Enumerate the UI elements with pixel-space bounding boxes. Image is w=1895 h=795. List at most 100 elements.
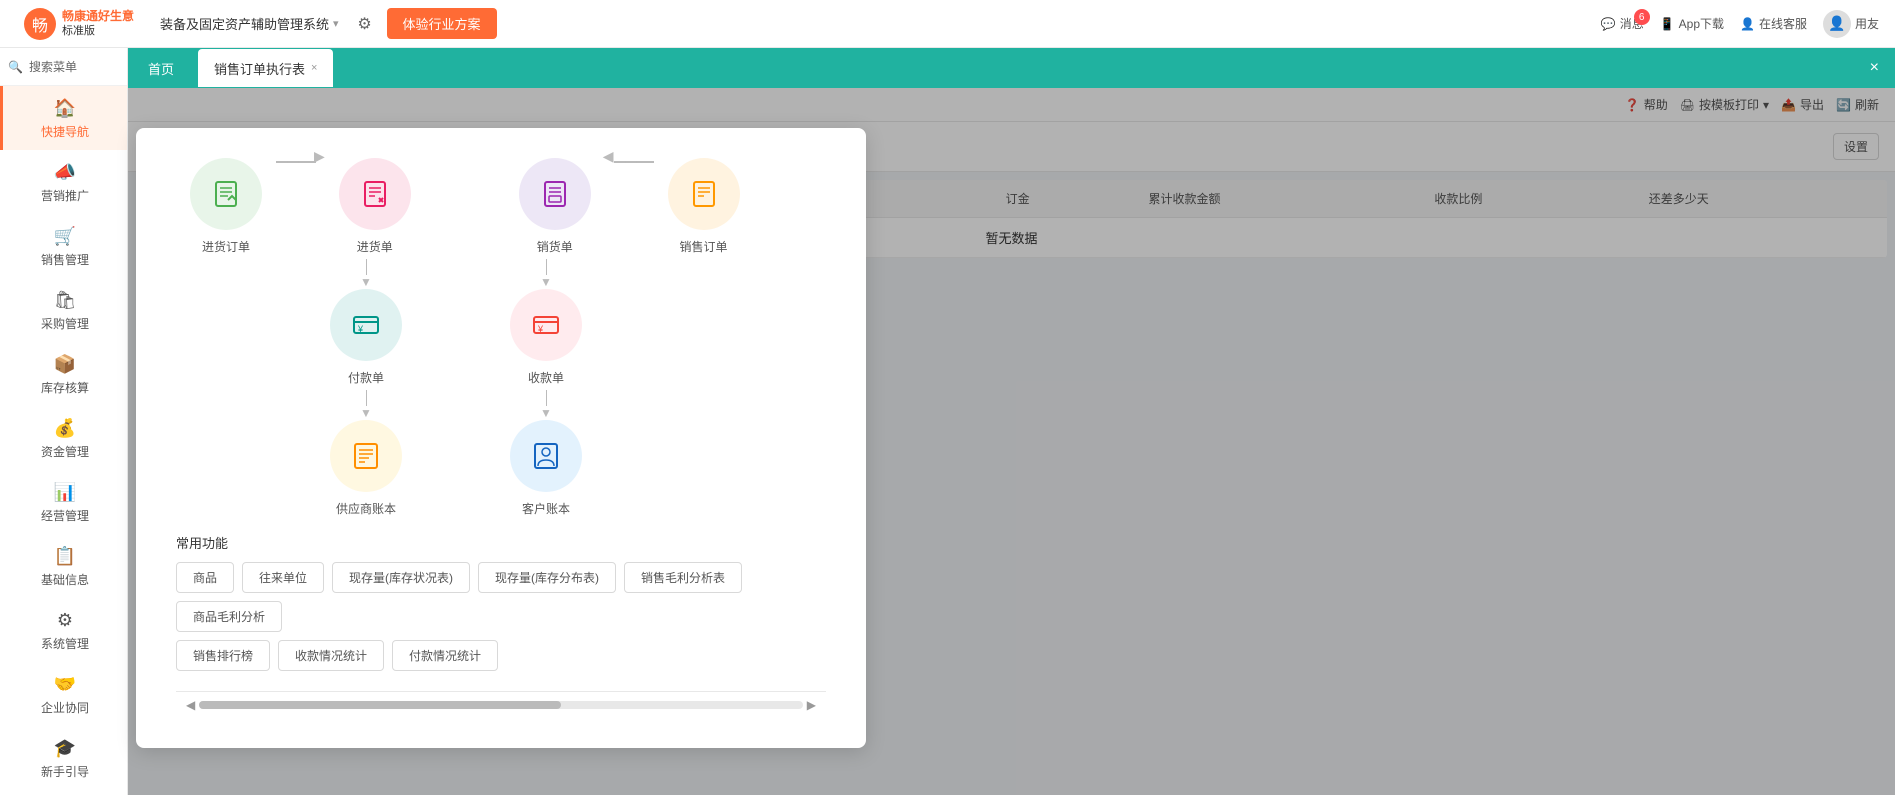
app-container: 畅 畅康通好生意 标准版 装备及固定资产辅助管理系统 ▾ ⚙ 体验行业方案 💬 … [0,0,1895,795]
btn-sales-rank[interactable]: 销售排行榜 [176,640,270,671]
user-menu[interactable]: 👤 用友 [1823,10,1879,38]
base-icon: 📋 [54,546,76,567]
trial-button[interactable]: 体验行业方案 [387,8,497,39]
sidebar-label-system: 系统管理 [41,635,89,652]
btn-product[interactable]: 商品 [176,562,234,593]
right-arrow-icon: ▶ [314,148,325,165]
sidebar-label-enterprise: 企业协同 [41,699,89,716]
message-icon: 💬 [1601,17,1616,31]
message-button[interactable]: 💬 消息 6 [1601,15,1644,32]
sidebar-label-newbie: 新手引导 [41,763,89,780]
sidebar-label-quick-nav: 快捷导航 [41,123,89,140]
scroll-right-icon[interactable]: ▶ [803,698,820,712]
scroll-track[interactable] [199,701,803,709]
sales-icon: 🛒 [54,226,76,247]
flow-node-customer-account[interactable]: 客户账本 [496,420,596,517]
common-functions-section: 常用功能 商品 往来单位 现存量(库存状况表) 现存量(库存分布表) 销售毛利分… [176,533,826,671]
purchase-order-icon [190,158,262,230]
svg-text:¥: ¥ [537,324,544,334]
main-area: 🔍 搜索菜单 🏠 快捷导航 📣 营销推广 🛒 销售管理 🛍 采购管理 📦 [0,48,1895,795]
overlay: 进货订单 ▶ 进货单 [128,88,1895,795]
btn-partners[interactable]: 往来单位 [242,562,324,593]
btn-product-profit[interactable]: 商品毛利分析 [176,601,282,632]
panel-close-button[interactable]: × [1862,59,1887,76]
flow-node-sales-order[interactable]: 销售订单 [654,158,754,255]
flow-row2: ▼ ▼ [176,259,826,289]
supplier-account-label: 供应商账本 [336,500,396,517]
sidebar-item-ops[interactable]: 📊 经营管理 [0,470,127,534]
user-avatar: 👤 [1823,10,1851,38]
flow-node-payment[interactable]: ¥ 付款单 [316,289,416,386]
btn-sales-profit[interactable]: 销售毛利分析表 [624,562,742,593]
sidebar-item-marketing[interactable]: 📣 营销推广 [0,150,127,214]
flow-node-supplier-account[interactable]: 供应商账本 [316,420,416,517]
app-download-button[interactable]: 📱 App下载 [1660,15,1724,32]
sidebar-item-enterprise[interactable]: 🤝 企业协同 [0,662,127,726]
user-name: 用友 [1855,15,1879,32]
settings-icon[interactable]: ⚙ [351,10,379,38]
arrow-down-sales: ▼ [496,259,596,289]
arrow-down-payment: ▼ [316,390,416,420]
purchase-bill-label: 进货单 [357,238,393,255]
sidebar-item-quick-nav[interactable]: 🏠 快捷导航 [0,86,127,150]
flow-node-purchase-bill[interactable]: 进货单 [325,158,425,255]
payment-icon: ¥ [330,289,402,361]
tab-home[interactable]: 首页 [128,48,194,88]
flow-row4: ▼ ▼ [176,390,826,420]
finance-icon: 💰 [54,418,76,439]
sidebar-label-ops: 经营管理 [41,507,89,524]
purchase-icon: 🛍 [54,290,77,311]
flow-node-sales-bill[interactable]: 销货单 [505,158,605,255]
flow-diagram: 进货订单 ▶ 进货单 [176,158,826,255]
flow-node-receipt[interactable]: ¥ 收款单 [496,289,596,386]
sidebar-label-finance: 资金管理 [41,443,89,460]
receipt-icon: ¥ [510,289,582,361]
arrow-purchase-order-to-bill: ▶ [276,158,325,193]
online-service-button[interactable]: 👤 在线客服 [1740,15,1807,32]
scroll-left-icon[interactable]: ◀ [182,698,199,712]
tab-close-icon[interactable]: × [311,62,317,74]
page-content: ❓ 帮助 🖨 按模板打印 ▾ 📤 导出 🔄 刷新 [128,88,1895,795]
btn-stock-dist[interactable]: 现存量(库存分布表) [478,562,616,593]
top-bar: 畅 畅康通好生意 标准版 装备及固定资产辅助管理系统 ▾ ⚙ 体验行业方案 💬 … [0,0,1895,48]
service-icon: 👤 [1740,17,1755,31]
scroll-area: ◀ ▶ [176,691,826,718]
payment-label: 付款单 [348,369,384,386]
content-area: 首页 销售订单执行表 × × ❓ 帮助 [128,48,1895,795]
search-icon: 🔍 [8,60,23,74]
sidebar-item-purchase[interactable]: 🛍 采购管理 [0,278,127,342]
system-icon: ⚙ [57,610,73,631]
sidebar: 🔍 搜索菜单 🏠 快捷导航 📣 营销推广 🛒 销售管理 🛍 采购管理 📦 [0,48,128,795]
logo-area: 畅 畅康通好生意 标准版 [16,8,144,40]
customer-account-icon [510,420,582,492]
service-label: 在线客服 [1759,15,1807,32]
btn-payment-stats[interactable]: 付款情况统计 [392,640,498,671]
brand-name: 畅康通好生意 [62,9,134,25]
sidebar-item-inventory[interactable]: 📦 库存核算 [0,342,127,406]
flow-node-purchase-order[interactable]: 进货订单 [176,158,276,255]
sidebar-item-base[interactable]: 📋 基础信息 [0,534,127,598]
home-tab-label: 首页 [148,59,174,78]
system-selector[interactable]: 装备及固定资产辅助管理系统 ▾ [152,10,347,37]
flow-row3: ¥ 付款单 ¥ 收款单 [176,289,826,386]
btn-receipt-stats[interactable]: 收款情况统计 [278,640,384,671]
sidebar-item-system[interactable]: ⚙ 系统管理 [0,598,127,662]
customer-account-label: 客户账本 [522,500,570,517]
sidebar-item-finance[interactable]: 💰 资金管理 [0,406,127,470]
sidebar-label-marketing: 营销推广 [41,187,89,204]
logo-icon: 畅 [24,8,56,40]
sidebar-item-newbie[interactable]: 🎓 新手引导 [0,726,127,790]
search-menu-button[interactable]: 🔍 搜索菜单 [0,48,127,86]
purchase-bill-icon [339,158,411,230]
tab-bar-right: × [1862,59,1895,77]
newbie-icon: 🎓 [54,738,76,759]
sidebar-label-purchase: 采购管理 [41,315,89,332]
app-icon: 📱 [1660,17,1675,31]
sidebar-item-sales[interactable]: 🛒 销售管理 [0,214,127,278]
tab-sales-execution[interactable]: 销售订单执行表 × [198,49,333,87]
receipt-label: 收款单 [528,369,564,386]
search-menu-label: 搜索菜单 [29,58,77,75]
arrow-sales-order-to-bill: ◀ [605,158,654,193]
brand-sub: 标准版 [62,24,134,38]
btn-stock-status[interactable]: 现存量(库存状况表) [332,562,470,593]
